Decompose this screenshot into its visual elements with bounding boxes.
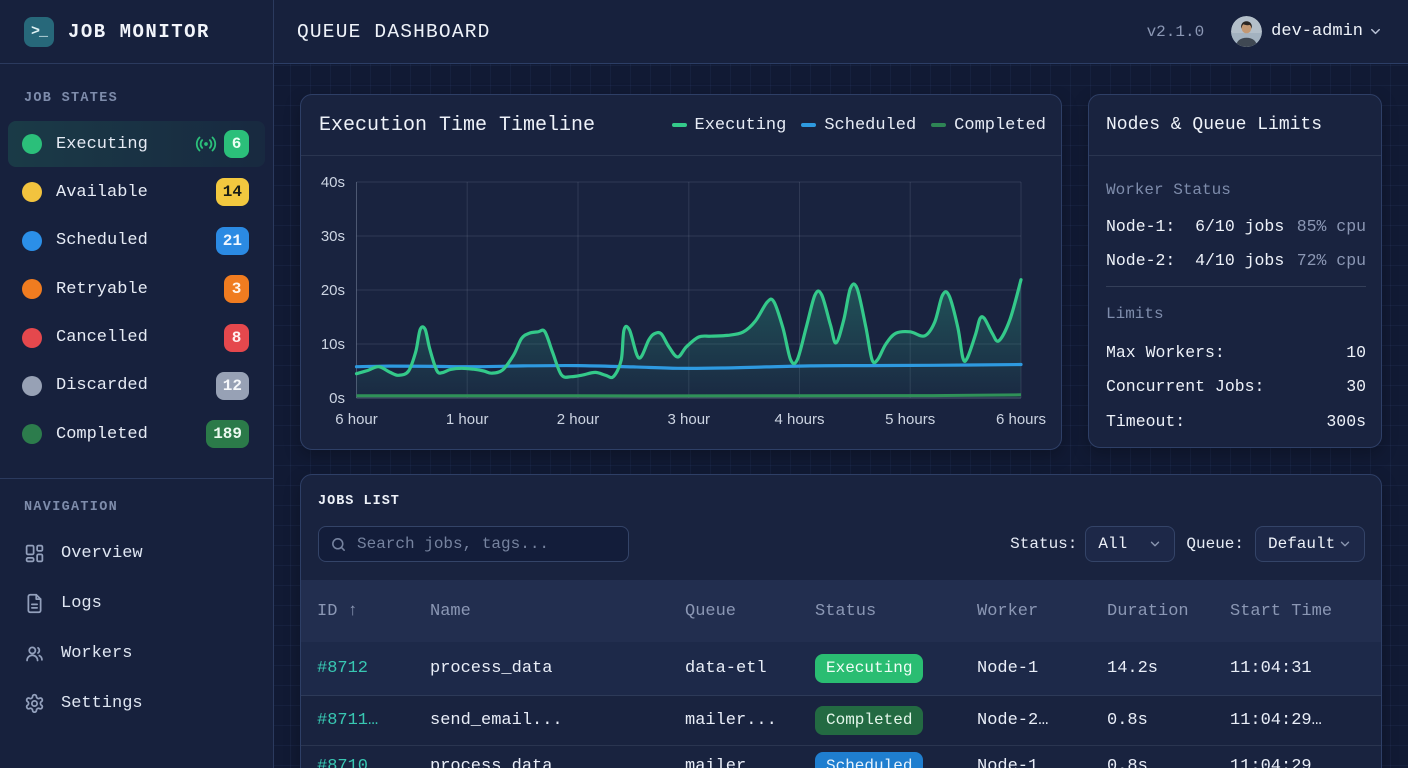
svg-text:30s: 30s <box>321 228 345 245</box>
svg-text:3 hour: 3 hour <box>668 411 711 428</box>
svg-text:6 hours: 6 hours <box>996 411 1046 428</box>
svg-text:1 hour: 1 hour <box>446 411 489 428</box>
svg-text:40s: 40s <box>321 174 345 191</box>
svg-text:4 hours: 4 hours <box>774 411 824 428</box>
svg-text:5 hours: 5 hours <box>885 411 935 428</box>
svg-text:20s: 20s <box>321 282 345 299</box>
svg-text:2 hour: 2 hour <box>557 411 600 428</box>
svg-text:10s: 10s <box>321 336 345 353</box>
svg-text:6 hour: 6 hour <box>335 411 378 428</box>
svg-text:0s: 0s <box>329 390 345 407</box>
